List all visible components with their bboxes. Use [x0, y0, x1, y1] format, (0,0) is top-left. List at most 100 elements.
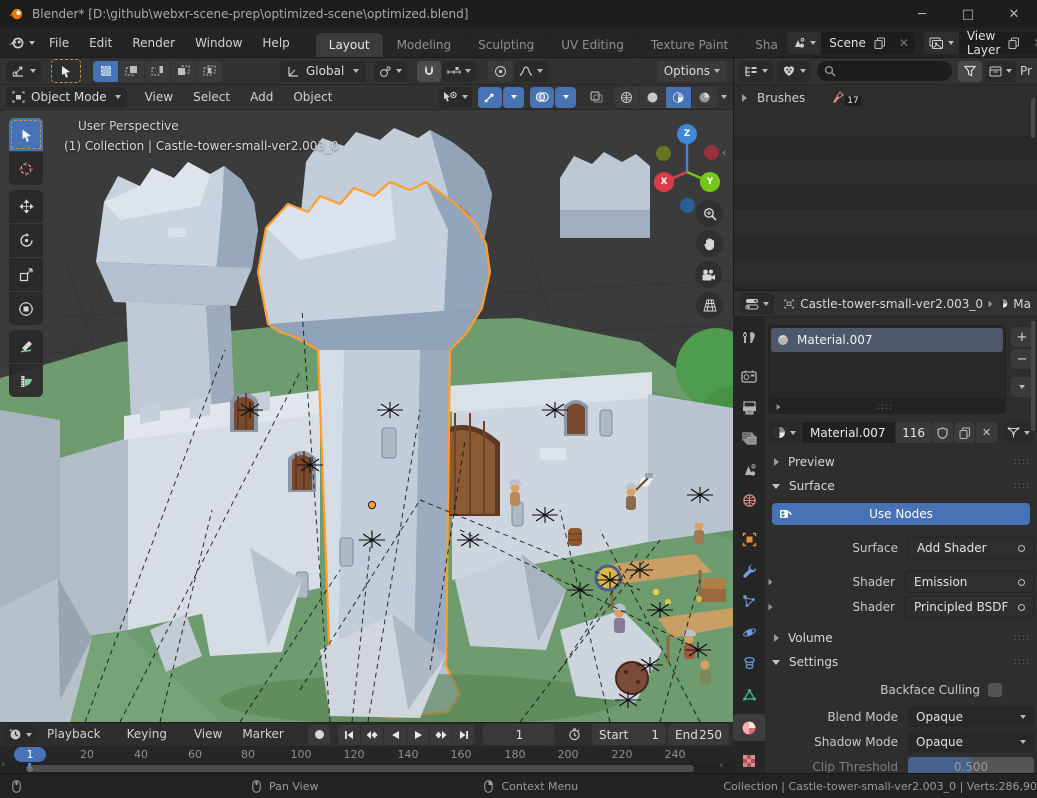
tool-scale-button[interactable] — [9, 258, 43, 291]
scene-unlink-button[interactable]: ✕ — [894, 36, 914, 50]
fake-user-button[interactable] — [932, 422, 953, 443]
outliner-collapse-dropdown[interactable] — [985, 60, 1017, 82]
workspace-tab-modeling[interactable]: Modeling — [383, 33, 465, 57]
breadcrumb-object[interactable]: Castle-tower-small-ver2.003_0 — [800, 297, 983, 311]
shading-dropdown[interactable] — [721, 95, 727, 99]
select-mode-new-button[interactable] — [93, 60, 118, 82]
tool-move-button[interactable] — [9, 190, 43, 223]
menu-edit[interactable]: Edit — [79, 32, 122, 54]
tab-particles[interactable] — [733, 588, 765, 615]
app-menu-button[interactable] — [0, 36, 39, 50]
scene-new-button[interactable] — [874, 37, 894, 49]
proportional-editing-button[interactable] — [488, 60, 512, 82]
outliner-empty-rows[interactable] — [734, 110, 1037, 289]
material-users-button[interactable]: 116 — [896, 422, 931, 443]
workspace-tab-layout[interactable]: Layout — [315, 33, 383, 57]
tab-constraints[interactable] — [733, 650, 765, 677]
jump-end-button[interactable] — [453, 724, 476, 745]
tab-output[interactable] — [733, 394, 765, 421]
maximize-button[interactable]: □ — [945, 0, 991, 28]
shader2-button[interactable]: Principled BSDF — [905, 596, 1034, 618]
gizmo-axis-minus-x[interactable] — [704, 145, 719, 160]
tab-render[interactable] — [733, 363, 765, 390]
jump-start-button[interactable] — [338, 724, 361, 745]
pan-button[interactable] — [696, 230, 723, 257]
workspace-tab-uv-editing[interactable]: UV Editing — [548, 33, 637, 57]
timeline-menu-marker[interactable]: Marker — [232, 725, 293, 744]
tab-object[interactable] — [733, 526, 765, 553]
slot-list-grip[interactable]: :::: — [877, 402, 893, 412]
falloff-dropdown[interactable] — [514, 60, 548, 82]
tab-material[interactable] — [733, 714, 765, 741]
select-mode-extend-button[interactable] — [119, 60, 144, 82]
transform-orientation-dropdown[interactable]: Global — [280, 60, 366, 82]
tab-scene[interactable] — [733, 456, 765, 483]
tab-physics[interactable] — [733, 619, 765, 646]
tab-texture[interactable] — [733, 747, 765, 774]
timeline-menu-keying[interactable]: Keying — [117, 725, 184, 757]
tool-cursor-button[interactable] — [9, 152, 43, 185]
slot-list-expand[interactable] — [776, 403, 781, 410]
viewport-scene[interactable] — [0, 110, 733, 722]
copy-material-button[interactable] — [954, 422, 975, 443]
gizmo-axis-minus-y[interactable] — [656, 146, 671, 161]
gizmo-axis-y[interactable]: Y — [700, 172, 720, 192]
expand-arrow-icon[interactable] — [742, 93, 747, 102]
active-tool-button[interactable] — [51, 59, 81, 83]
timeline-menu-playback[interactable]: Playback — [37, 725, 117, 757]
shadow-mode-dropdown[interactable]: Opaque — [908, 731, 1034, 752]
material-nodes-dropdown[interactable] — [1003, 422, 1034, 443]
tool-measure-button[interactable] — [9, 364, 43, 397]
snap-toggle-button[interactable] — [417, 60, 441, 82]
tool-rotate-button[interactable] — [9, 224, 43, 257]
mode-dropdown[interactable]: Object Mode — [6, 86, 127, 108]
minimize-button[interactable]: ─ — [899, 0, 945, 28]
vp-menu-object[interactable]: Object — [283, 86, 342, 108]
tab-modifiers[interactable] — [733, 557, 765, 584]
panel-grip[interactable]: :::: — [1014, 457, 1030, 467]
view-layer-browse-button[interactable] — [923, 31, 959, 54]
record-button[interactable] — [307, 724, 331, 745]
current-frame-indicator[interactable]: 1 — [14, 747, 46, 762]
panel-volume[interactable]: Volume :::: — [768, 627, 1037, 649]
play-reverse-button[interactable] — [384, 724, 407, 745]
object-visibility-dropdown[interactable] — [439, 86, 472, 108]
shading-solid-button[interactable] — [640, 86, 665, 108]
use-nodes-button[interactable]: Use Nodes — [772, 503, 1030, 525]
gizmo-dropdown[interactable] — [503, 86, 524, 108]
slot-add-button[interactable]: + — [1011, 327, 1033, 347]
select-mode-subtract-button[interactable] — [145, 60, 170, 82]
workspace-tab-sculpting[interactable]: Sculpting — [465, 33, 548, 57]
camera-view-button[interactable] — [695, 261, 722, 288]
gizmo-axis-minus-z[interactable] — [680, 198, 695, 213]
expand-channel-arrow[interactable]: › — [1, 760, 5, 770]
editor-type-button[interactable] — [6, 60, 41, 82]
panel-grip[interactable]: :::: — [1014, 633, 1030, 643]
outliner-item-brushes[interactable]: Brushes 17 — [734, 85, 1037, 110]
menu-file[interactable]: File — [39, 32, 79, 54]
tab-tool[interactable] — [733, 324, 765, 351]
menu-render[interactable]: Render — [122, 32, 185, 54]
tool-transform-button[interactable] — [9, 292, 43, 325]
timeline-editor-type-button[interactable] — [4, 725, 37, 744]
pivot-point-dropdown[interactable] — [374, 60, 407, 82]
timeline-ruler[interactable]: 1 20 40 60 80 100 120 140 160 180 200 22… — [0, 746, 733, 763]
slot-specials-dropdown[interactable] — [1011, 377, 1033, 397]
shader1-expand[interactable] — [768, 578, 773, 586]
tool-annotate-button[interactable] — [9, 330, 43, 363]
panel-grip[interactable]: :::: — [1014, 481, 1030, 491]
outliner-search[interactable] — [817, 61, 953, 81]
surface-shader-button[interactable]: Add Shader — [908, 537, 1034, 559]
slot-remove-button[interactable]: − — [1011, 349, 1033, 369]
shader1-button[interactable]: Emission — [905, 571, 1034, 593]
outliner-filter-id-dropdown[interactable] — [777, 60, 811, 82]
start-frame-field[interactable]: Start 1 — [592, 724, 667, 745]
xray-toggle-button[interactable] — [584, 87, 608, 108]
unlink-material-button[interactable]: ✕ — [976, 422, 997, 443]
viewport-3d[interactable]: User Perspective (1) Collection | Castle… — [0, 110, 733, 722]
shader2-expand[interactable] — [768, 603, 773, 611]
tool-select-box-button[interactable] — [9, 118, 43, 151]
material-slot-row[interactable]: Material.007 — [771, 328, 1003, 352]
shading-wireframe-button[interactable] — [614, 86, 639, 108]
panel-surface[interactable]: Surface :::: — [768, 475, 1037, 497]
